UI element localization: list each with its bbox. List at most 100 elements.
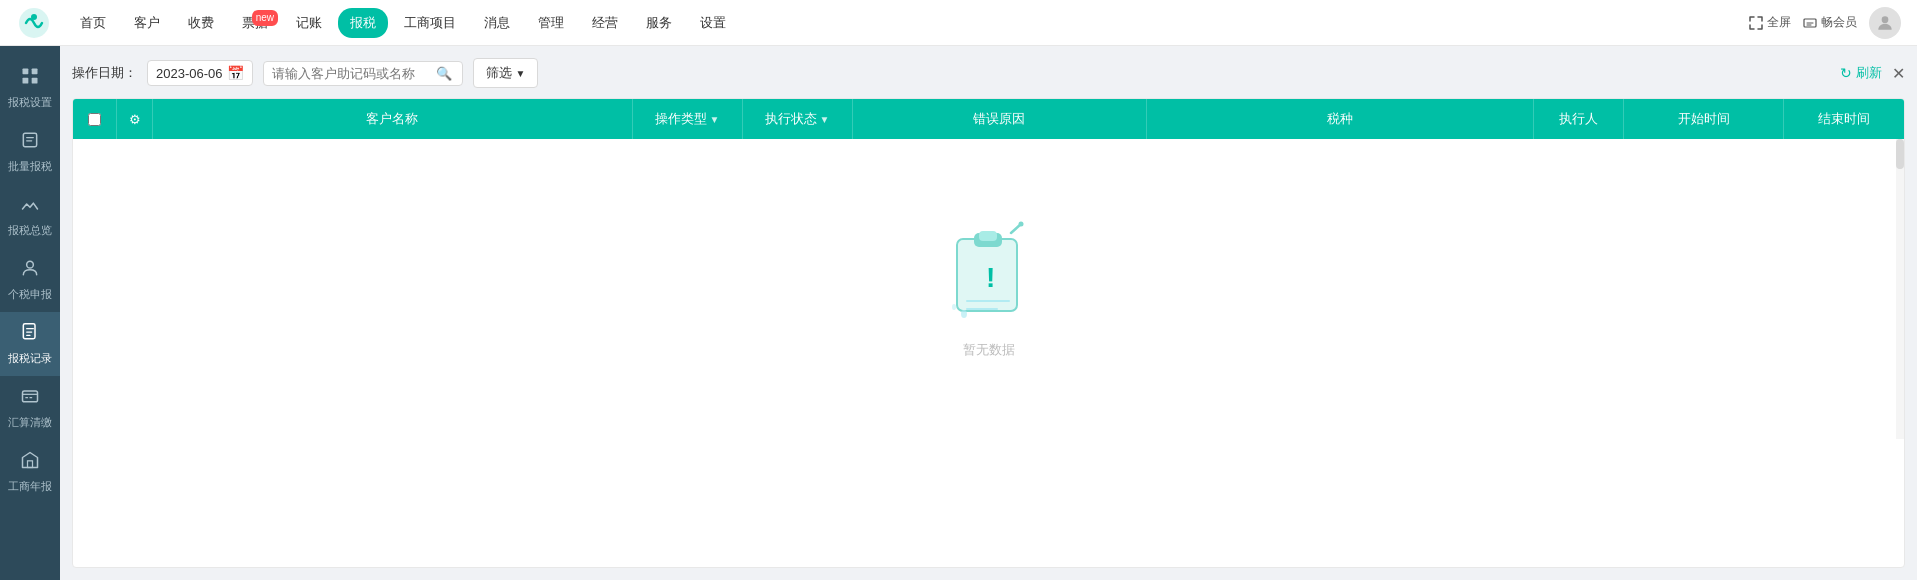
- th-client: 客户名称: [153, 99, 633, 139]
- user-avatar[interactable]: [1869, 7, 1901, 39]
- th-client-label: 客户名称: [366, 110, 418, 128]
- nav-item-operation[interactable]: 经营: [580, 8, 630, 38]
- nav-item-fee[interactable]: 收费: [176, 8, 226, 38]
- date-input[interactable]: 2023-06-06 📅: [147, 60, 253, 86]
- settlement-label: 汇算清缴: [8, 415, 52, 430]
- th-endtime-label: 结束时间: [1818, 110, 1870, 128]
- th-endtime: 结束时间: [1784, 99, 1904, 139]
- nav-item-home[interactable]: 首页: [68, 8, 118, 38]
- content-area: 操作日期： 2023-06-06 📅 🔍 筛选 ▼ ↻ 刷新 ✕: [60, 46, 1917, 580]
- th-starttime: 开始时间: [1624, 99, 1784, 139]
- svg-rect-15: [979, 231, 997, 241]
- main-layout: 报税设置 批量报税 报税总览: [0, 46, 1917, 580]
- sidebar-item-settlement[interactable]: 汇算清缴: [0, 376, 60, 440]
- member-icon: [1803, 16, 1817, 30]
- svg-rect-11: [23, 391, 38, 402]
- scrollbar-track[interactable]: [1896, 139, 1904, 439]
- sidebar-item-tax-overview[interactable]: 报税总览: [0, 184, 60, 248]
- filter-button[interactable]: 筛选 ▼: [473, 58, 539, 88]
- table-header: ⚙ 客户名称 操作类型 ▼ 执行状态 ▼ 错误原因 税种: [73, 99, 1904, 139]
- app-logo[interactable]: [16, 5, 52, 41]
- refresh-button[interactable]: ↻ 刷新: [1840, 64, 1882, 82]
- nav-item-business[interactable]: 工商项目: [392, 8, 468, 38]
- tax-overview-label: 报税总览: [8, 223, 52, 238]
- nav-item-service[interactable]: 服务: [634, 8, 684, 38]
- date-label: 操作日期：: [72, 64, 137, 82]
- nav-item-manage[interactable]: 管理: [526, 8, 576, 38]
- sidebar-item-batch-tax[interactable]: 批量报税: [0, 120, 60, 184]
- tax-settings-icon: [20, 66, 40, 91]
- svg-point-3: [1882, 16, 1889, 23]
- column-settings-icon: ⚙: [129, 112, 141, 127]
- toolbar: 操作日期： 2023-06-06 📅 🔍 筛选 ▼ ↻ 刷新 ✕: [72, 58, 1905, 88]
- nav-item-accounting[interactable]: 记账: [284, 8, 334, 38]
- nav-item-customer[interactable]: 客户: [122, 8, 172, 38]
- sidebar-item-annual-report[interactable]: 工商年报: [0, 440, 60, 504]
- sidebar-item-personal-tax[interactable]: 个税申报: [0, 248, 60, 312]
- personal-tax-label: 个税申报: [8, 287, 52, 302]
- sort-icon-optype[interactable]: ▼: [710, 114, 720, 125]
- search-input-wrap[interactable]: 🔍: [263, 61, 463, 86]
- sidebar-item-tax-record[interactable]: 报税记录: [0, 312, 60, 376]
- personal-tax-icon: [20, 258, 40, 283]
- th-starttime-label: 开始时间: [1678, 110, 1730, 128]
- sidebar: 报税设置 批量报税 报税总览: [0, 46, 60, 580]
- th-taxtype: 税种: [1147, 99, 1534, 139]
- close-button[interactable]: ✕: [1892, 64, 1905, 83]
- nav-item-invoice[interactable]: 票据 new: [230, 8, 280, 38]
- nav-item-settings[interactable]: 设置: [688, 8, 738, 38]
- table-body: ! 暂无数据: [73, 139, 1904, 439]
- th-error-label: 错误原因: [973, 110, 1025, 128]
- nav-item-tax[interactable]: 报税: [338, 8, 388, 38]
- search-icon[interactable]: 🔍: [436, 66, 452, 81]
- sort-icon-status[interactable]: ▼: [820, 114, 830, 125]
- svg-rect-12: [28, 461, 33, 468]
- top-navbar: 首页 客户 收费 票据 new 记账 报税 工商项目 消息 管理 经营 服务 设…: [0, 0, 1917, 46]
- sidebar-item-tax-settings[interactable]: 报税设置: [0, 56, 60, 120]
- svg-point-1: [31, 14, 37, 20]
- new-badge: new: [252, 10, 278, 26]
- fullscreen-btn[interactable]: 全屏: [1749, 14, 1791, 31]
- search-input[interactable]: [272, 66, 432, 81]
- empty-state: ! 暂无数据: [73, 139, 1904, 439]
- th-optype: 操作类型 ▼: [633, 99, 743, 139]
- annual-report-label: 工商年报: [8, 479, 52, 494]
- select-all-checkbox[interactable]: [88, 113, 101, 126]
- nav-item-message[interactable]: 消息: [472, 8, 522, 38]
- tax-record-label: 报税记录: [8, 351, 52, 366]
- member-btn[interactable]: 畅会员: [1803, 14, 1857, 31]
- svg-point-9: [27, 261, 34, 268]
- th-checkbox[interactable]: [73, 99, 117, 139]
- settlement-icon: [20, 386, 40, 411]
- th-gear[interactable]: ⚙: [117, 99, 153, 139]
- svg-point-19: [961, 310, 967, 318]
- chevron-down-icon: ▼: [516, 68, 526, 79]
- th-taxtype-label: 税种: [1327, 110, 1353, 128]
- refresh-label: 刷新: [1856, 64, 1882, 82]
- nav-items: 首页 客户 收费 票据 new 记账 报税 工商项目 消息 管理 经营 服务 设…: [68, 8, 1749, 38]
- th-status-label: 执行状态: [765, 110, 817, 128]
- empty-text: 暂无数据: [963, 341, 1015, 359]
- tax-record-icon: [20, 322, 40, 347]
- member-label: 畅会员: [1821, 14, 1857, 31]
- svg-rect-8: [23, 133, 36, 146]
- filter-label: 筛选: [486, 64, 512, 82]
- svg-rect-7: [32, 78, 38, 84]
- svg-rect-4: [23, 69, 29, 75]
- annual-report-icon: [20, 450, 40, 475]
- th-optype-label: 操作类型: [655, 110, 707, 128]
- calendar-icon: 📅: [227, 65, 244, 81]
- svg-point-18: [1018, 222, 1023, 227]
- empty-illustration: !: [939, 219, 1039, 329]
- top-nav-right: 全屏 畅会员: [1749, 7, 1901, 39]
- th-executor-label: 执行人: [1559, 110, 1598, 128]
- table-container: ⚙ 客户名称 操作类型 ▼ 执行状态 ▼ 错误原因 税种: [72, 98, 1905, 568]
- date-value: 2023-06-06: [156, 66, 223, 81]
- scrollbar-thumb[interactable]: [1896, 139, 1904, 169]
- fullscreen-label: 全屏: [1767, 14, 1791, 31]
- tax-settings-label: 报税设置: [8, 95, 52, 110]
- svg-rect-5: [32, 69, 38, 75]
- th-executor: 执行人: [1534, 99, 1624, 139]
- tax-overview-icon: [20, 194, 40, 219]
- svg-rect-6: [23, 78, 29, 84]
